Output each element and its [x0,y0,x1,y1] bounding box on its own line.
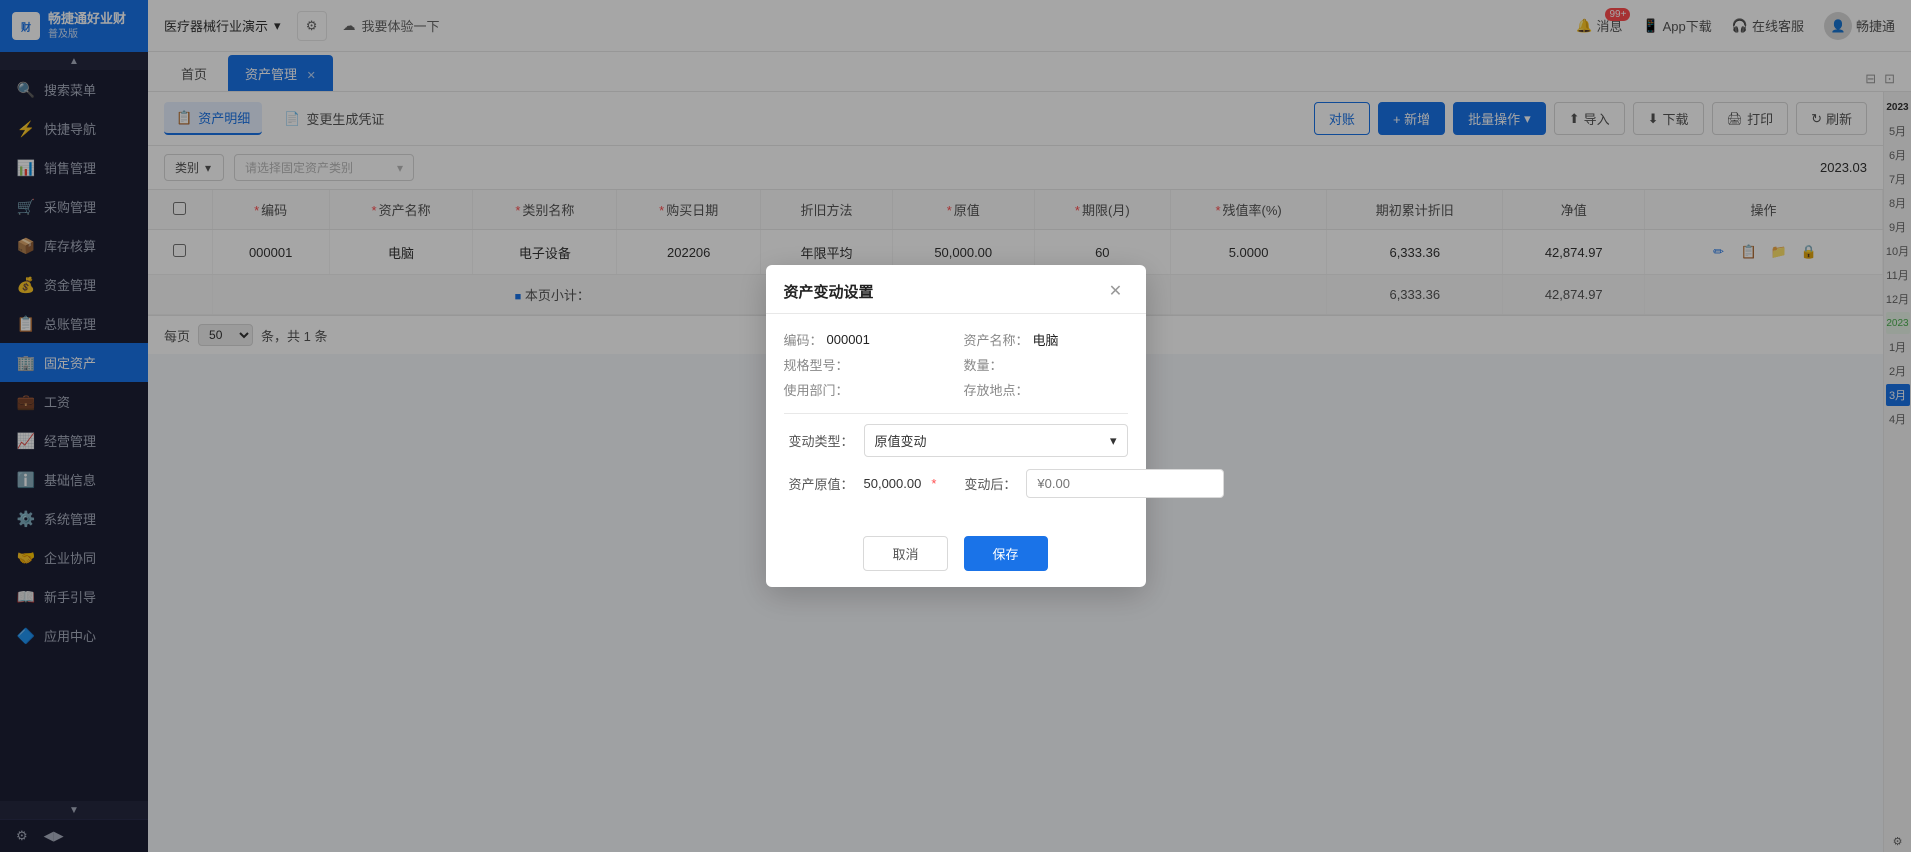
modal-divider [784,413,1128,414]
modal-spec-field: 规格型号： [784,355,948,374]
modal-department-field: 使用部门： [784,380,948,399]
modal-close-button[interactable]: ✕ [1104,279,1128,303]
modal-change-type-value: 原值变动 [875,431,927,450]
modal-change-type-row: 变动类型： 原值变动 ▾ [784,424,1128,457]
modal-after-change-input[interactable] [1026,469,1224,498]
modal-original-value-row: 资产原值： 50,000.00 * 变动后： [784,469,1128,498]
modal-location-label: 存放地点： [964,380,1029,399]
modal-footer: 取消 保存 [766,526,1146,587]
modal-asset-name-label: 资产名称： [964,330,1029,349]
modal-department-label: 使用部门： [784,380,849,399]
modal-spec-label: 规格型号： [784,355,849,374]
modal-save-button[interactable]: 保存 [964,536,1048,571]
modal-quantity-label: 数量： [964,355,1003,374]
modal-dialog: 资产变动设置 ✕ 编码： 000001 资产名称： 电脑 规格型号： 数量： [766,265,1146,587]
modal-quantity-field: 数量： [964,355,1128,374]
modal-info-grid: 编码： 000001 资产名称： 电脑 规格型号： 数量： 使用部门： [784,330,1128,399]
modal-asset-name-field: 资产名称： 电脑 [964,330,1128,349]
modal-select-dropdown-icon: ▾ [1110,433,1117,449]
modal-asset-name-value: 电脑 [1033,330,1059,349]
modal-body: 编码： 000001 资产名称： 电脑 规格型号： 数量： 使用部门： [766,314,1146,526]
modal-cancel-button[interactable]: 取消 [863,536,947,571]
modal-original-value-label: 资产原值： [784,474,854,493]
modal-change-type-select[interactable]: 原值变动 ▾ [864,424,1128,457]
modal-change-type-label: 变动类型： [784,431,854,450]
modal-header: 资产变动设置 ✕ [766,265,1146,314]
modal-code-value: 000001 [827,332,870,347]
modal-code-field: 编码： 000001 [784,330,948,349]
modal-title: 资产变动设置 [784,281,874,302]
modal-original-value-input: 50,000.00 [864,470,922,497]
required-star: * [931,476,936,491]
modal-code-label: 编码： [784,330,823,349]
modal-overlay: 资产变动设置 ✕ 编码： 000001 资产名称： 电脑 规格型号： 数量： [0,0,1911,852]
modal-after-change-label: 变动后： [946,474,1016,493]
modal-location-field: 存放地点： [964,380,1128,399]
